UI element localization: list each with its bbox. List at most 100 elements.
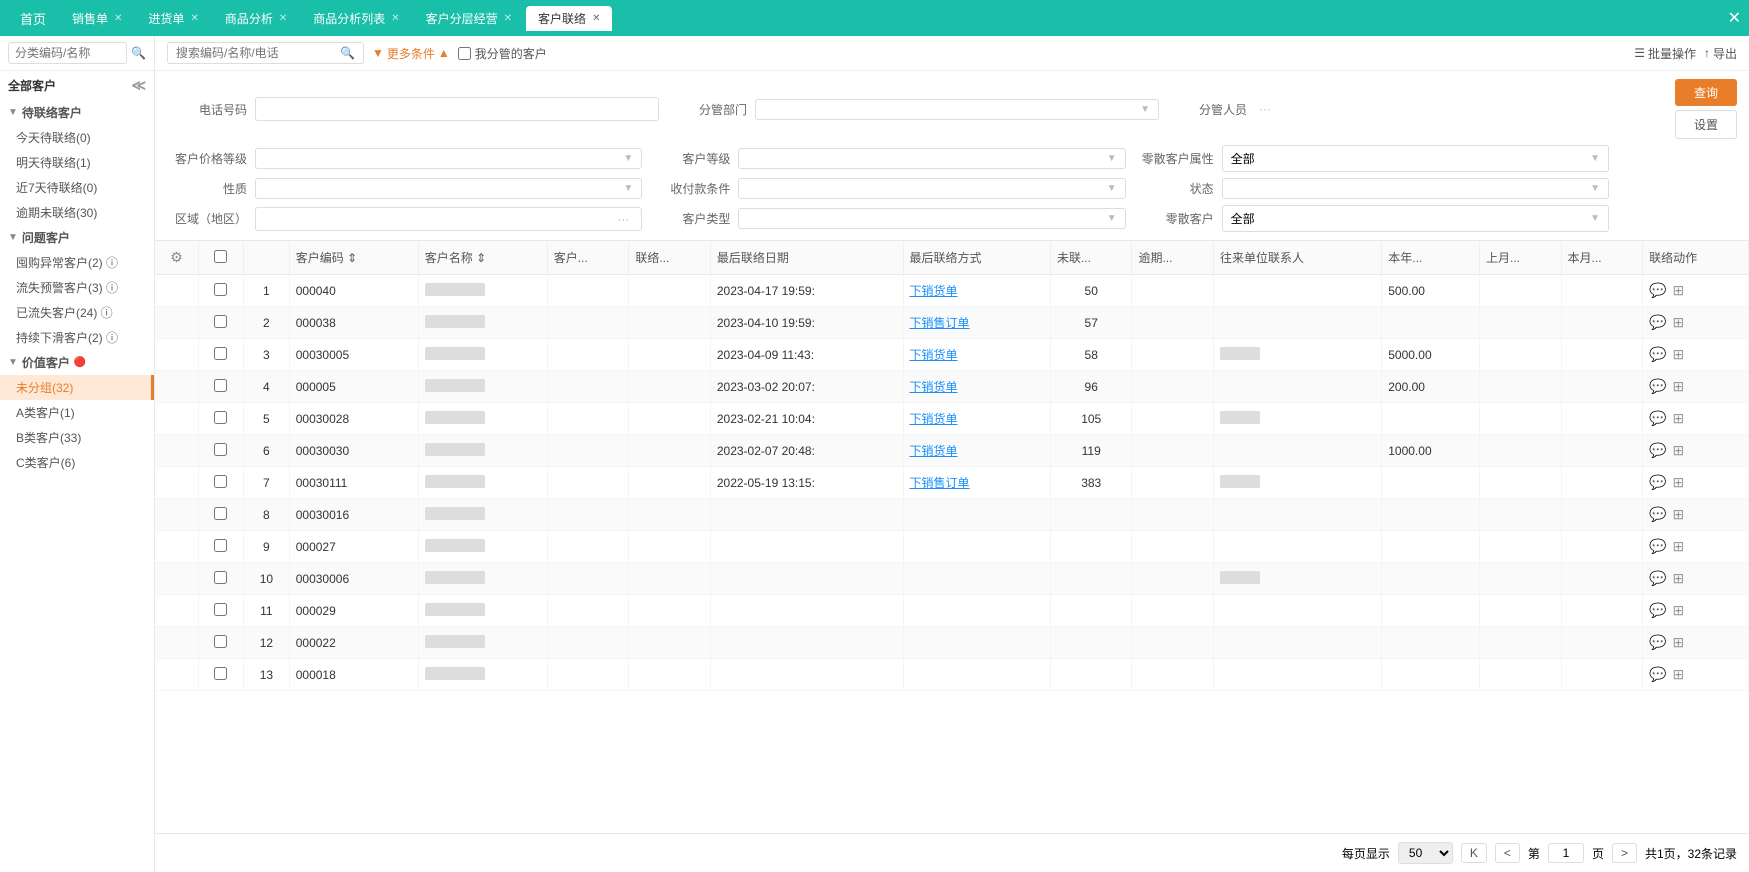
sidebar-item-churn-warning[interactable]: 流失预警客户(3) ⓘ	[0, 275, 154, 300]
close-tab-customer-segment[interactable]: ✕	[504, 13, 512, 24]
row-checkbox[interactable]	[214, 603, 227, 616]
action-grid-icon[interactable]: ⊞	[1673, 474, 1685, 491]
row-checkbox[interactable]	[214, 283, 227, 296]
th-contact[interactable]: 联络...	[629, 241, 711, 275]
th-overdue[interactable]: 逾期...	[1132, 241, 1214, 275]
th-uncontacted[interactable]: 未联...	[1050, 241, 1132, 275]
action-chat-icon[interactable]: 💬	[1649, 506, 1666, 523]
export-btn[interactable]: ↑ 导出	[1704, 45, 1737, 62]
action-grid-icon[interactable]: ⊞	[1673, 602, 1685, 619]
tab-sales-order[interactable]: 销售单 ✕	[60, 6, 134, 31]
action-chat-icon[interactable]: 💬	[1649, 442, 1666, 459]
row-checkbox[interactable]	[214, 379, 227, 392]
sidebar-item-today[interactable]: 今天待联络(0)	[0, 125, 154, 150]
tab-product-analysis[interactable]: 商品分析 ✕	[213, 6, 299, 31]
row-checkbox[interactable]	[214, 635, 227, 648]
select-all-checkbox[interactable]	[214, 250, 227, 263]
last-method-link[interactable]: 下销货单	[910, 444, 958, 458]
th-settings[interactable]: ⚙	[155, 241, 198, 275]
action-grid-icon[interactable]: ⊞	[1673, 346, 1685, 363]
reset-button[interactable]: 设置	[1675, 110, 1737, 139]
sidebar-item-class-b[interactable]: B类客户(33)	[0, 425, 154, 450]
action-chat-icon[interactable]: 💬	[1649, 346, 1666, 363]
action-chat-icon[interactable]: 💬	[1649, 602, 1666, 619]
close-window-icon[interactable]: ✕	[1728, 8, 1741, 28]
sidebar-item-churned[interactable]: 已流失客户(24) ⓘ	[0, 300, 154, 325]
close-tab-customer-contact[interactable]: ✕	[592, 13, 600, 24]
last-method-link[interactable]: 下销货单	[910, 380, 958, 394]
action-chat-icon[interactable]: 💬	[1649, 474, 1666, 491]
action-grid-icon[interactable]: ⊞	[1673, 666, 1685, 683]
th-this-year[interactable]: 本年...	[1382, 241, 1480, 275]
dept-select[interactable]: ▼	[755, 99, 1159, 120]
th-this-month[interactable]: 本月...	[1561, 241, 1643, 275]
row-checkbox[interactable]	[214, 667, 227, 680]
row-checkbox[interactable]	[214, 475, 227, 488]
customer-type-select[interactable]: ▼	[738, 208, 1125, 229]
last-method-link[interactable]: 下销售订单	[910, 316, 970, 330]
customer-level-select[interactable]: ▼	[738, 148, 1125, 169]
action-chat-icon[interactable]: 💬	[1649, 378, 1666, 395]
scatter-attr-select[interactable]: 全部 ▼	[1222, 145, 1609, 172]
row-checkbox[interactable]	[214, 539, 227, 552]
row-checkbox[interactable]	[214, 507, 227, 520]
prev-page-btn[interactable]: <	[1495, 843, 1520, 863]
problem-customers-title[interactable]: ▼ 问题客户	[0, 225, 154, 250]
th-last-method[interactable]: 最后联络方式	[903, 241, 1050, 275]
th-code[interactable]: 客户编码 ⇕	[289, 241, 418, 275]
action-grid-icon[interactable]: ⊞	[1673, 410, 1685, 427]
close-tab-product-analysis-list[interactable]: ✕	[391, 13, 399, 24]
close-tab-purchase-order[interactable]: ✕	[190, 13, 198, 24]
sidebar-collapse-icon[interactable]: ≪	[131, 77, 146, 94]
action-grid-icon[interactable]: ⊞	[1673, 538, 1685, 555]
value-customers-title[interactable]: ▼ 价值客户 🔴	[0, 350, 154, 375]
last-method-link[interactable]: 下销货单	[910, 284, 958, 298]
action-grid-icon[interactable]: ⊞	[1673, 442, 1685, 459]
last-method-link[interactable]: 下销货单	[910, 348, 958, 362]
nature-select[interactable]: ▼	[255, 178, 642, 199]
row-checkbox[interactable]	[214, 315, 227, 328]
th-company-contact[interactable]: 往来单位联系人	[1214, 241, 1382, 275]
action-chat-icon[interactable]: 💬	[1649, 314, 1666, 331]
my-customers-checkbox[interactable]	[458, 47, 471, 60]
phone-input[interactable]	[255, 97, 659, 121]
filter-search-icon[interactable]: 🔍	[340, 46, 355, 60]
th-last-month[interactable]: 上月...	[1480, 241, 1562, 275]
action-grid-icon[interactable]: ⊞	[1673, 570, 1685, 587]
last-method-link[interactable]: 下销货单	[910, 412, 958, 426]
action-grid-icon[interactable]: ⊞	[1673, 506, 1685, 523]
page-size-select[interactable]: 50 20 100	[1398, 842, 1453, 864]
tab-product-analysis-list[interactable]: 商品分析列表 ✕	[301, 6, 411, 31]
th-last-date[interactable]: 最后联络日期	[710, 241, 903, 275]
page-number-input[interactable]	[1548, 843, 1584, 863]
sidebar-item-overdue[interactable]: 逾期未联络(30)	[0, 200, 154, 225]
action-chat-icon[interactable]: 💬	[1649, 666, 1666, 683]
action-chat-icon[interactable]: 💬	[1649, 634, 1666, 651]
filter-search-input[interactable]	[176, 46, 336, 60]
last-method-link[interactable]: 下销售订单	[910, 476, 970, 490]
action-chat-icon[interactable]: 💬	[1649, 570, 1666, 587]
scatter-customer-select[interactable]: 全部 ▼	[1222, 205, 1609, 232]
action-chat-icon[interactable]: 💬	[1649, 282, 1666, 299]
sidebar-item-abnormal[interactable]: 囤购异常客户(2) ⓘ	[0, 250, 154, 275]
sidebar-item-7days[interactable]: 近7天待联络(0)	[0, 175, 154, 200]
region-select[interactable]: ···	[255, 207, 642, 231]
tab-home[interactable]: 首页	[8, 5, 58, 32]
tab-customer-contact[interactable]: 客户联络 ✕	[526, 6, 612, 31]
tab-customer-segment[interactable]: 客户分层经营 ✕	[414, 6, 524, 31]
action-chat-icon[interactable]: 💬	[1649, 410, 1666, 427]
all-customers-header[interactable]: 全部客户 ≪	[0, 71, 154, 100]
close-tab-sales-order[interactable]: ✕	[114, 13, 122, 24]
sidebar-item-class-c[interactable]: C类客户(6)	[0, 450, 154, 475]
category-search-input[interactable]	[8, 42, 127, 64]
action-chat-icon[interactable]: 💬	[1649, 538, 1666, 555]
status-select[interactable]: ▼	[1222, 178, 1609, 199]
price-level-select[interactable]: ▼	[255, 148, 642, 169]
th-type[interactable]: 客户...	[547, 241, 629, 275]
action-grid-icon[interactable]: ⊞	[1673, 282, 1685, 299]
th-action[interactable]: 联络动作	[1643, 241, 1749, 275]
query-button[interactable]: 查询	[1675, 79, 1737, 106]
row-checkbox[interactable]	[214, 571, 227, 584]
row-checkbox[interactable]	[214, 443, 227, 456]
sidebar-item-tomorrow[interactable]: 明天待联络(1)	[0, 150, 154, 175]
